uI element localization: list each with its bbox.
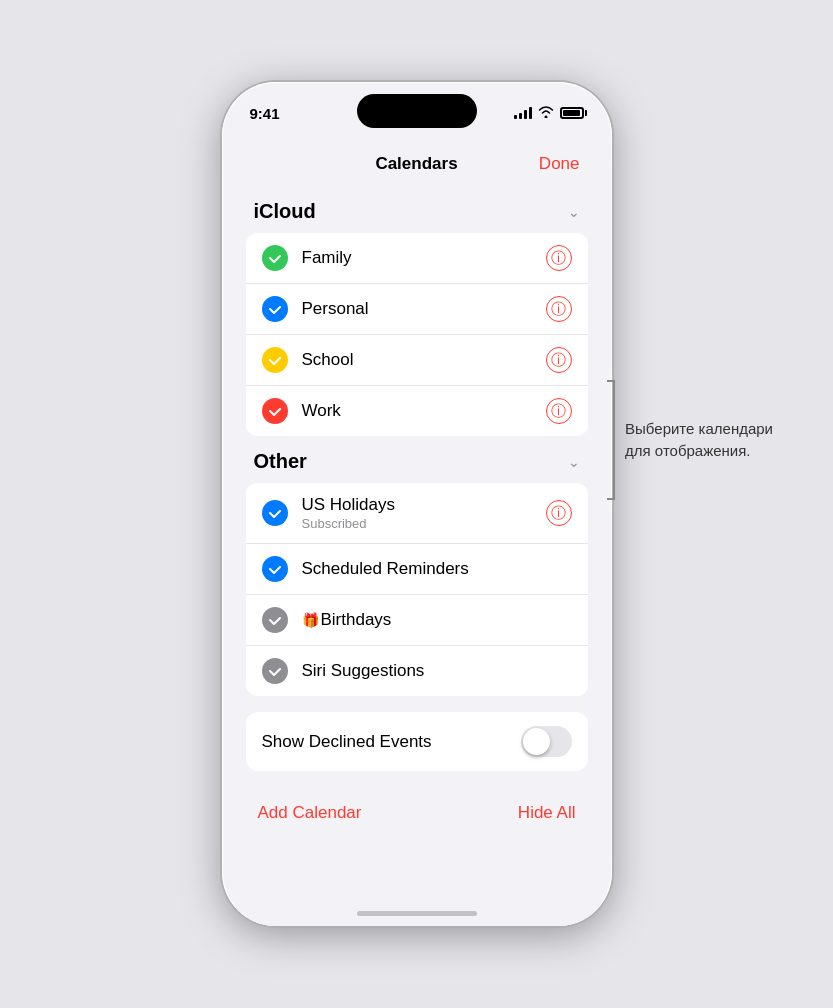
calendar-item-family[interactable]: Family ⓘ xyxy=(246,233,588,284)
family-name: Family xyxy=(302,248,546,268)
callout-bracket xyxy=(607,380,615,500)
done-button[interactable]: Done xyxy=(539,154,580,174)
calendar-item-us-holidays[interactable]: US Holidays Subscribed ⓘ xyxy=(246,483,588,544)
modal-header: Calendars Done xyxy=(234,138,600,186)
calendar-item-birthdays[interactable]: 🎁Birthdays xyxy=(246,595,588,646)
icloud-section-title: iCloud xyxy=(254,200,316,223)
family-info-button[interactable]: ⓘ xyxy=(546,245,572,271)
us-holidays-name: US Holidays xyxy=(302,495,546,515)
calendar-item-school[interactable]: School ⓘ xyxy=(246,335,588,386)
battery-icon xyxy=(560,107,584,119)
calendar-item-scheduled-reminders[interactable]: Scheduled Reminders xyxy=(246,544,588,595)
toggle-thumb xyxy=(523,728,550,755)
modal-title: Calendars xyxy=(375,154,457,174)
status-bar: 9:41 xyxy=(222,82,612,130)
scheduled-reminders-name: Scheduled Reminders xyxy=(302,559,572,579)
bottom-bar: Add Calendar Hide All xyxy=(234,787,600,843)
other-section: Other ⌄ US Holidays Subscribed xyxy=(234,436,600,696)
school-name: School xyxy=(302,350,546,370)
modal-sheet: Calendars Done iCloud ⌄ xyxy=(234,138,600,926)
gift-icon: 🎁 xyxy=(302,612,319,628)
icloud-section-header[interactable]: iCloud ⌄ xyxy=(234,186,600,233)
school-check xyxy=(262,347,288,373)
personal-check xyxy=(262,296,288,322)
other-section-header[interactable]: Other ⌄ xyxy=(234,436,600,483)
show-declined-label: Show Declined Events xyxy=(262,732,432,752)
status-time: 9:41 xyxy=(250,105,280,122)
calendar-item-siri-suggestions[interactable]: Siri Suggestions xyxy=(246,646,588,696)
us-holidays-subtitle: Subscribed xyxy=(302,516,546,531)
show-declined-events-row[interactable]: Show Declined Events xyxy=(246,712,588,771)
scheduled-reminders-check xyxy=(262,556,288,582)
work-check xyxy=(262,398,288,424)
work-name: Work xyxy=(302,401,546,421)
callout-text: Выберите календаридля отображения. xyxy=(625,418,773,463)
status-icons xyxy=(514,106,584,121)
personal-info-button[interactable]: ⓘ xyxy=(546,296,572,322)
signal-icon xyxy=(514,107,532,119)
calendar-item-personal[interactable]: Personal ⓘ xyxy=(246,284,588,335)
callout: Выберите календаридля отображения. xyxy=(607,380,773,500)
add-calendar-button[interactable]: Add Calendar xyxy=(258,803,362,823)
birthdays-check xyxy=(262,607,288,633)
hide-all-button[interactable]: Hide All xyxy=(518,803,576,823)
school-info-button[interactable]: ⓘ xyxy=(546,347,572,373)
home-indicator xyxy=(357,911,477,916)
wifi-icon xyxy=(538,106,554,121)
us-holidays-info-button[interactable]: ⓘ xyxy=(546,500,572,526)
work-info-button[interactable]: ⓘ xyxy=(546,398,572,424)
us-holidays-check xyxy=(262,500,288,526)
siri-suggestions-check xyxy=(262,658,288,684)
phone-frame: 9:41 Calendars xyxy=(222,82,612,926)
show-declined-toggle[interactable] xyxy=(521,726,572,757)
scroll-area[interactable]: iCloud ⌄ Family ⓘ xyxy=(234,186,600,926)
other-chevron-icon: ⌄ xyxy=(568,454,580,470)
calendar-item-work[interactable]: Work ⓘ xyxy=(246,386,588,436)
other-section-title: Other xyxy=(254,450,307,473)
siri-suggestions-name: Siri Suggestions xyxy=(302,661,572,681)
personal-name: Personal xyxy=(302,299,546,319)
icloud-calendar-group: Family ⓘ Personal ⓘ xyxy=(246,233,588,436)
content-area: Calendars Done iCloud ⌄ xyxy=(222,130,612,926)
icloud-chevron-icon: ⌄ xyxy=(568,204,580,220)
birthdays-name: 🎁Birthdays xyxy=(302,610,572,630)
icloud-section: iCloud ⌄ Family ⓘ xyxy=(234,186,600,436)
other-calendar-group: US Holidays Subscribed ⓘ Scheduled Rem xyxy=(246,483,588,696)
family-check xyxy=(262,245,288,271)
